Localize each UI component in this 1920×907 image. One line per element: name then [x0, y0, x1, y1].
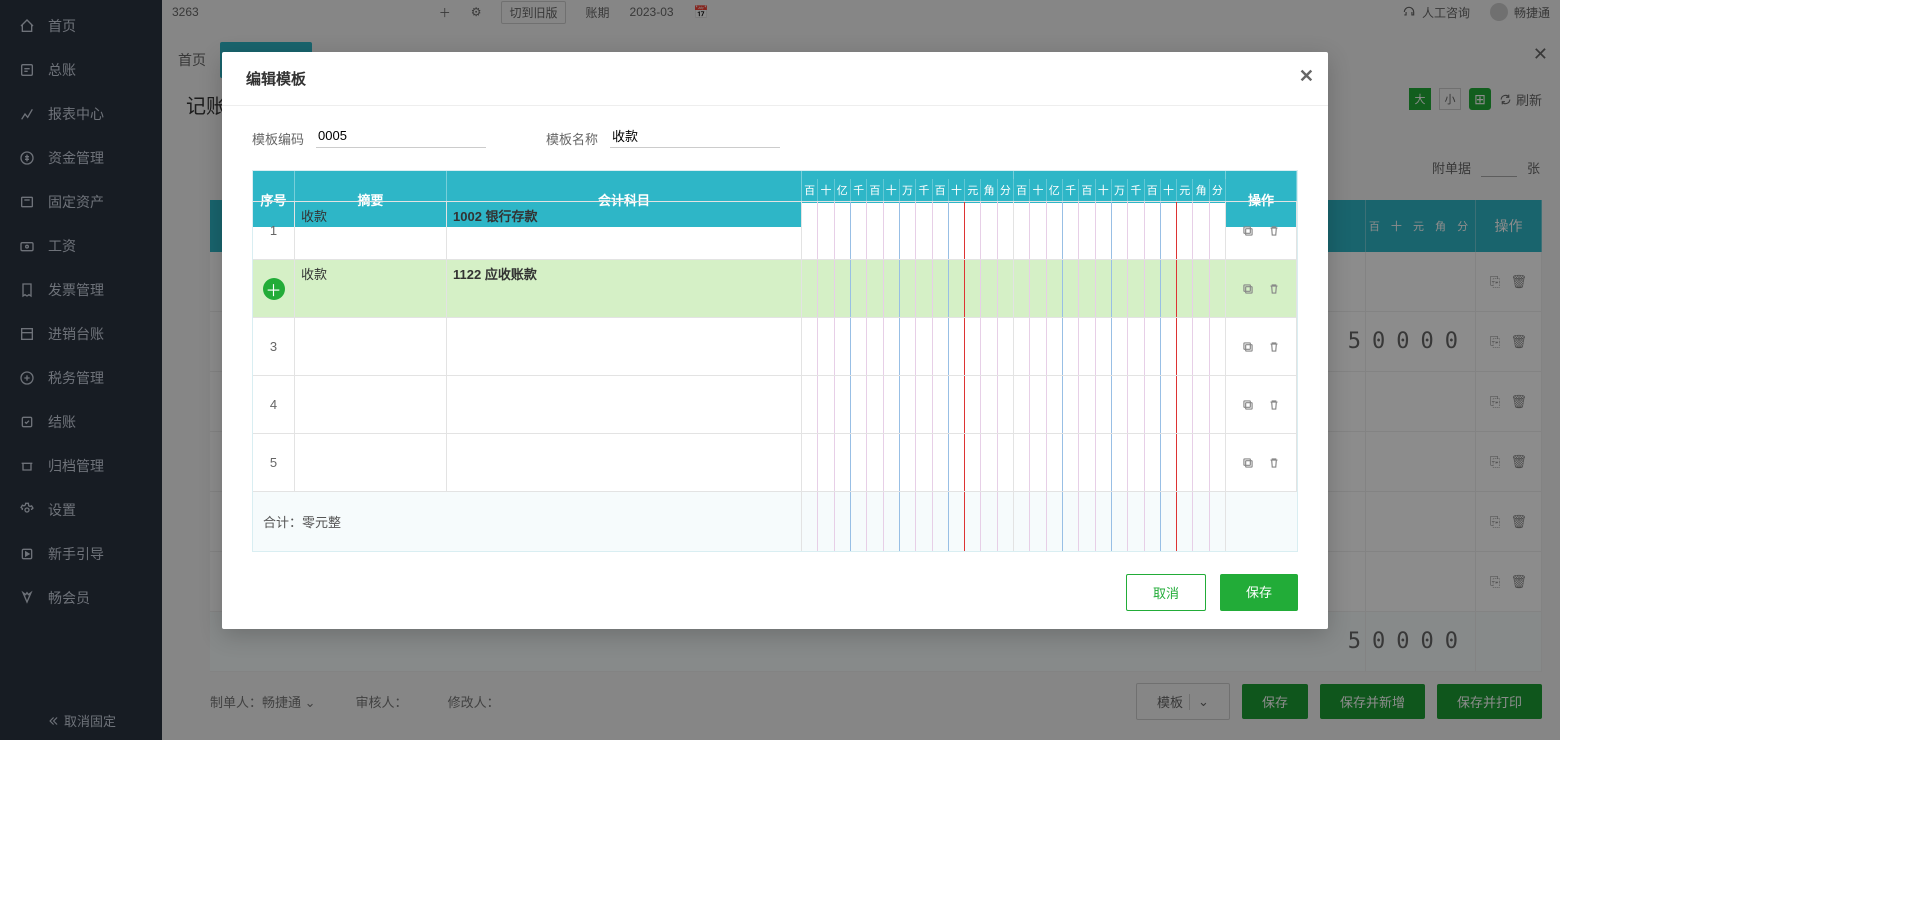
copy-row-icon[interactable] [1241, 398, 1255, 412]
delete-row-icon[interactable] [1267, 398, 1281, 412]
row-summary[interactable]: 收款 [295, 260, 447, 317]
table-total-row: 合计：零元整 [253, 491, 1297, 551]
row-credit[interactable] [1014, 260, 1226, 317]
delete-row-icon[interactable] [1267, 282, 1281, 296]
row-debit[interactable] [802, 376, 1014, 433]
row-summary[interactable] [295, 376, 447, 433]
row-account[interactable] [447, 434, 802, 491]
table-row[interactable]: 4 [253, 375, 1297, 433]
modal-cancel-button[interactable]: 取消 [1126, 574, 1206, 611]
delete-row-icon[interactable] [1267, 224, 1281, 238]
copy-row-icon[interactable] [1241, 224, 1255, 238]
template-code-input[interactable] [316, 124, 486, 148]
app-root: 首页 总账 报表中心 资金管理 固定资产 工资 发票管理 进销台账 [0, 0, 1560, 740]
template-table: 序号 摘要 会计科目 借方金额 贷方金额 操作 百十亿千百十万千百十元角分 [252, 170, 1298, 552]
template-name-input[interactable] [610, 124, 780, 148]
row-summary[interactable]: 收款 [295, 202, 447, 259]
row-seq: 3 [270, 339, 277, 354]
template-name-label: 模板名称 [546, 129, 598, 148]
row-summary[interactable] [295, 434, 447, 491]
table-row[interactable]: ＋ 收款 1122 应收账款 [253, 259, 1297, 317]
row-credit[interactable] [1014, 318, 1226, 375]
table-row[interactable]: 1 收款 1002 银行存款 [253, 201, 1297, 259]
row-account[interactable] [447, 318, 802, 375]
row-debit[interactable] [802, 318, 1014, 375]
delete-row-icon[interactable] [1267, 340, 1281, 354]
copy-row-icon[interactable] [1241, 282, 1255, 296]
copy-row-icon[interactable] [1241, 456, 1255, 470]
credit-units-row: 百十亿千百十万千百十元角分 [1014, 179, 1226, 201]
add-row-icon[interactable]: ＋ [263, 278, 285, 300]
row-summary[interactable] [295, 318, 447, 375]
row-seq: 5 [270, 455, 277, 470]
edit-template-modal: 编辑模板 ✕ 模板编码 模板名称 序号 摘要 会计科目 [222, 52, 1328, 629]
row-debit[interactable] [802, 434, 1014, 491]
row-credit[interactable] [1014, 202, 1226, 259]
row-debit[interactable] [802, 260, 1014, 317]
row-seq: 4 [270, 397, 277, 412]
row-account[interactable] [447, 376, 802, 433]
table-row[interactable]: 5 [253, 433, 1297, 491]
modal-save-button[interactable]: 保存 [1220, 574, 1298, 611]
total-label: 合计：零元整 [253, 492, 802, 551]
row-credit[interactable] [1014, 434, 1226, 491]
row-credit[interactable] [1014, 376, 1226, 433]
row-account[interactable]: 1002 银行存款 [447, 202, 802, 259]
table-row[interactable]: 3 [253, 317, 1297, 375]
copy-row-icon[interactable] [1241, 340, 1255, 354]
row-seq: 1 [270, 223, 277, 238]
delete-row-icon[interactable] [1267, 456, 1281, 470]
modal-title: 编辑模板 [246, 68, 306, 89]
debit-units-row: 百十亿千百十万千百十元角分 [802, 179, 1014, 201]
template-code-label: 模板编码 [252, 129, 304, 148]
row-debit[interactable] [802, 202, 1014, 259]
row-account[interactable]: 1122 应收账款 [447, 260, 802, 317]
modal-close-button[interactable]: ✕ [1299, 66, 1314, 87]
